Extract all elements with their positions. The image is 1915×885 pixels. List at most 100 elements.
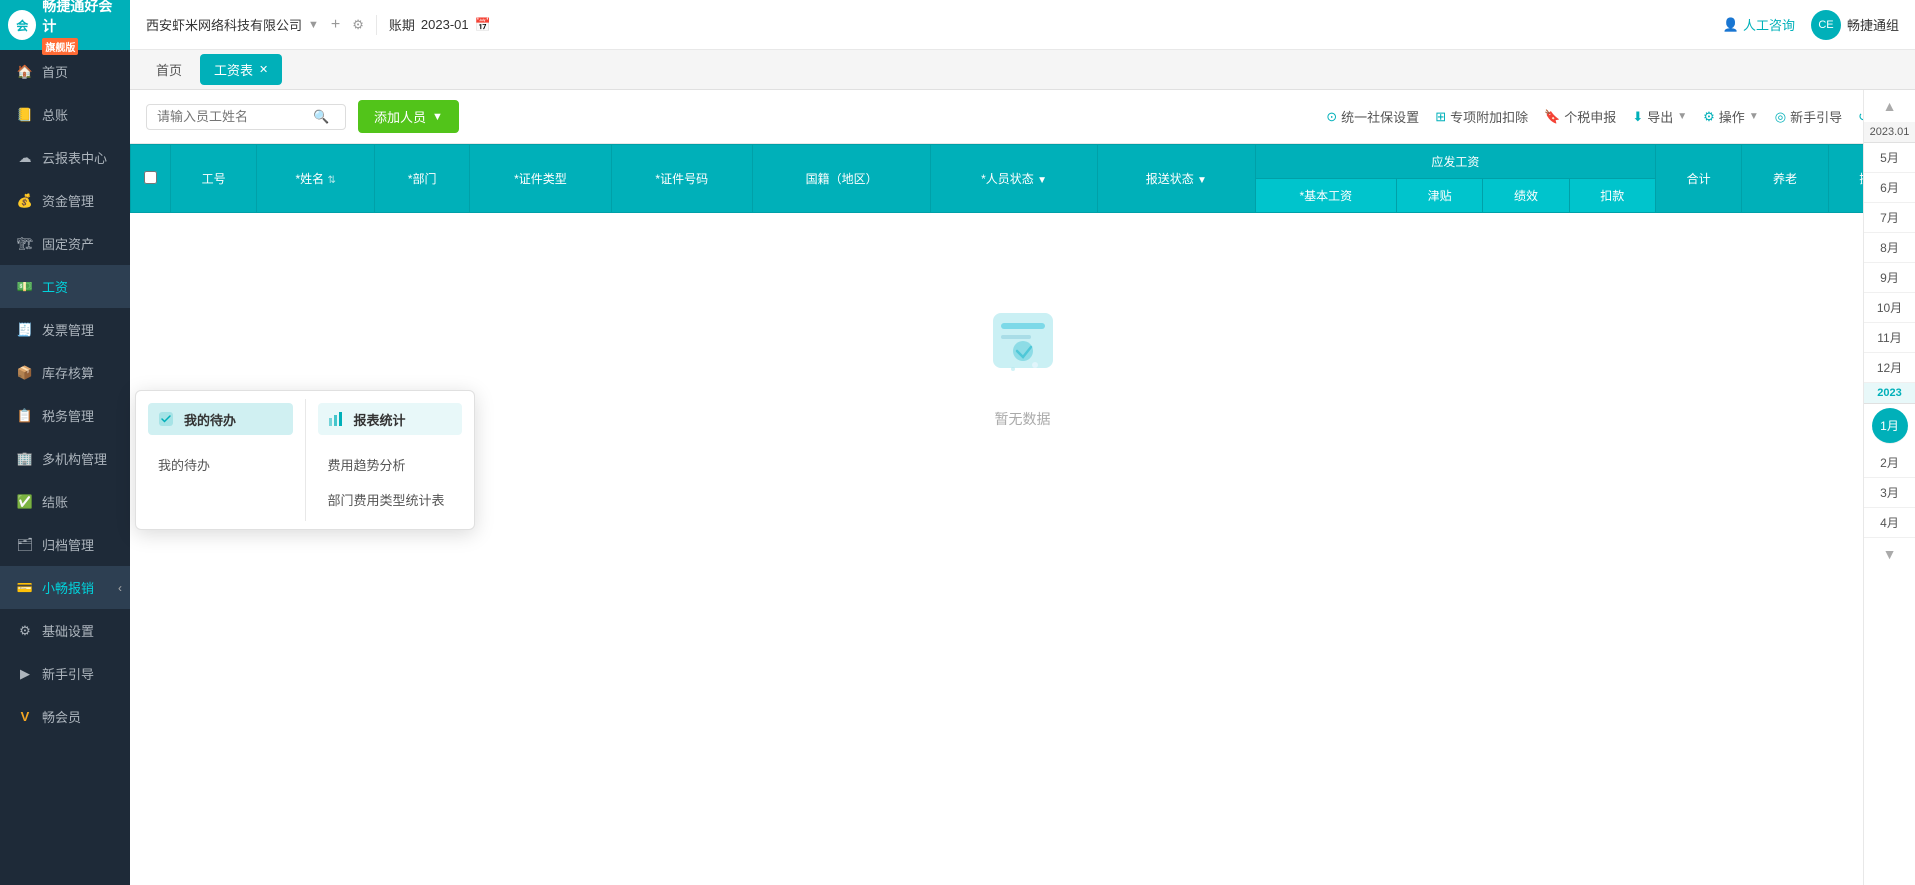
sidebar-item-label: 总账: [42, 105, 68, 124]
app-name: 畅捷通好会计: [42, 0, 122, 36]
month-7[interactable]: 7月: [1864, 203, 1915, 233]
support-label: 人工咨询: [1743, 15, 1795, 34]
sidebar-item-expense[interactable]: 💳 小畅报销 ‹: [0, 566, 130, 609]
user-avatar: CE: [1811, 10, 1841, 40]
month-6[interactable]: 6月: [1864, 173, 1915, 203]
th-number: 工号: [171, 145, 257, 213]
operations-label: 操作: [1719, 107, 1745, 126]
dropdown-item-todo[interactable]: 我的待办: [148, 447, 293, 482]
sidebar-item-label: 结账: [42, 492, 68, 511]
guide-button[interactable]: ◎ 新手引导: [1775, 107, 1842, 126]
sidebar-item-label: 首页: [42, 62, 68, 81]
search-icon[interactable]: 🔍: [313, 109, 329, 125]
sidebar-item-invoice[interactable]: 🧾 发票管理: [0, 308, 130, 351]
th-name[interactable]: *姓名 ⇅: [257, 145, 375, 213]
empty-icon: [973, 293, 1073, 393]
export-chevron-icon: ▼: [1677, 111, 1687, 122]
export-button[interactable]: ⬇ 导出 ▼: [1632, 107, 1687, 126]
th-report-status[interactable]: 报送状态 ▼: [1097, 145, 1255, 213]
month-8[interactable]: 8月: [1864, 233, 1915, 263]
search-box[interactable]: 🔍: [146, 104, 346, 130]
name-sort-icon: ⇅: [328, 175, 336, 186]
guide-icon: ◎: [1775, 109, 1786, 125]
empty-text: 暂无数据: [995, 409, 1051, 429]
salary-icon: 💵: [16, 278, 34, 296]
months-down-arrow[interactable]: ▼: [1879, 542, 1901, 566]
period-selector[interactable]: 账期 2023-01 📅: [389, 15, 491, 34]
month-5[interactable]: 5月: [1864, 143, 1915, 173]
sidebar-item-label: 小畅报销: [42, 578, 94, 597]
report-filter-icon[interactable]: ▼: [1197, 175, 1207, 186]
th-allowance: 津贴: [1396, 179, 1482, 213]
individual-tax-button[interactable]: 🔖 个税申报: [1544, 107, 1616, 126]
support-link[interactable]: 👤 人工咨询: [1723, 15, 1795, 34]
assets-icon: 🏗: [16, 235, 34, 253]
sidebar-item-member[interactable]: V 畅会员: [0, 695, 130, 738]
sidebar-item-archive[interactable]: 🗂 归档管理: [0, 523, 130, 566]
month-1-active[interactable]: 1月: [1872, 408, 1908, 444]
sidebar-item-label: 基础设置: [42, 621, 94, 640]
add-person-button[interactable]: 添加人员 ▼: [358, 100, 459, 133]
export-icon: ⬇: [1632, 109, 1643, 125]
tab-close-icon[interactable]: ✕: [259, 63, 268, 76]
sidebar-item-guide[interactable]: ▶ 新手引导: [0, 652, 130, 695]
operations-button[interactable]: ⚙ 操作 ▼: [1703, 107, 1759, 126]
tab-home[interactable]: 首页: [142, 54, 196, 85]
months-up-arrow[interactable]: ▲: [1879, 94, 1901, 118]
settings-icon[interactable]: ⚙: [352, 17, 364, 33]
dropdown-item-dept-expense[interactable]: 部门费用类型统计表: [318, 482, 463, 517]
sidebar-item-label: 资金管理: [42, 191, 94, 210]
todo-icon: [156, 409, 176, 429]
month-3[interactable]: 3月: [1864, 478, 1915, 508]
user-menu[interactable]: CE 畅捷通组: [1811, 10, 1899, 40]
sidebar-item-label: 税务管理: [42, 406, 94, 425]
search-input[interactable]: [157, 109, 307, 124]
sidebar-item-salary[interactable]: 💵 工资: [0, 265, 130, 308]
month-9[interactable]: 9月: [1864, 263, 1915, 293]
ledger-icon: 📒: [16, 106, 34, 124]
sidebar-item-fund[interactable]: 💰 资金管理: [0, 179, 130, 222]
add-company-button[interactable]: +: [331, 16, 340, 34]
month-12[interactable]: 12月: [1864, 353, 1915, 383]
months-nav-down: ▼: [1864, 538, 1915, 570]
sidebar-item-inventory[interactable]: 📦 库存核算: [0, 351, 130, 394]
tax-deduction-button[interactable]: ⊞ 专项附加扣除: [1435, 107, 1528, 126]
th-checkbox[interactable]: [131, 145, 171, 213]
sidebar-item-multi-org[interactable]: 🏢 多机构管理: [0, 437, 130, 480]
tab-salary-sheet[interactable]: 工资表 ✕: [200, 54, 282, 85]
month-10[interactable]: 10月: [1864, 293, 1915, 323]
sidebar-item-tax[interactable]: 📋 税务管理: [0, 394, 130, 437]
individual-tax-icon: 🔖: [1544, 109, 1560, 125]
status-filter-icon[interactable]: ▼: [1037, 175, 1047, 186]
month-2[interactable]: 2月: [1864, 448, 1915, 478]
operations-icon: ⚙: [1703, 109, 1715, 125]
sidebar: 会 畅捷通好会计 旗舰版 🏠 首页 📒 总账 ☁ 云报表中心 💰 资金管理 🏗 …: [0, 0, 130, 885]
add-person-chevron-icon: ▼: [432, 111, 443, 123]
sidebar-item-fixed-assets[interactable]: 🏗 固定资产: [0, 222, 130, 265]
sidebar-item-closing[interactable]: ✅ 结账: [0, 480, 130, 523]
social-security-button[interactable]: ⊙ 统一社保设置: [1326, 107, 1419, 126]
sidebar-item-basic[interactable]: ⚙ 基础设置: [0, 609, 130, 652]
th-person-status[interactable]: *人员状态 ▼: [931, 145, 1098, 213]
sidebar-item-label: 多机构管理: [42, 449, 107, 468]
social-security-icon: ⊙: [1326, 109, 1337, 125]
sidebar-item-cloud-reports[interactable]: ☁ 云报表中心: [0, 136, 130, 179]
dropdown-todo-title[interactable]: 我的待办: [148, 403, 293, 435]
select-all-checkbox[interactable]: [144, 171, 157, 184]
period-value: 2023-01: [421, 17, 469, 32]
tabs-bar: 首页 工资表 ✕: [130, 50, 1915, 90]
header: 西安虾米网络科技有限公司 ▼ + ⚙ 账期 2023-01 📅 👤 人工咨询 C…: [130, 0, 1915, 50]
month-11[interactable]: 11月: [1864, 323, 1915, 353]
sidebar-item-label: 库存核算: [42, 363, 94, 382]
company-selector[interactable]: 西安虾米网络科技有限公司 ▼: [146, 15, 319, 34]
sidebar-item-ledger[interactable]: 📒 总账: [0, 93, 130, 136]
th-bonus: 绩效: [1483, 179, 1569, 213]
tax-icon: 📋: [16, 407, 34, 425]
settings-icon: ⚙: [16, 622, 34, 640]
sidebar-item-home[interactable]: 🏠 首页: [0, 50, 130, 93]
dropdown-item-expense-trend[interactable]: 费用趋势分析: [318, 447, 463, 482]
multi-org-icon: 🏢: [16, 450, 34, 468]
month-4[interactable]: 4月: [1864, 508, 1915, 538]
dropdown-reports-title[interactable]: 报表统计: [318, 403, 463, 435]
toolbar: 🔍 添加人员 ▼ ⊙ 统一社保设置 ⊞ 专项附加扣除 🔖 个税申报 ⬇ 导出 ▼: [130, 90, 1915, 144]
